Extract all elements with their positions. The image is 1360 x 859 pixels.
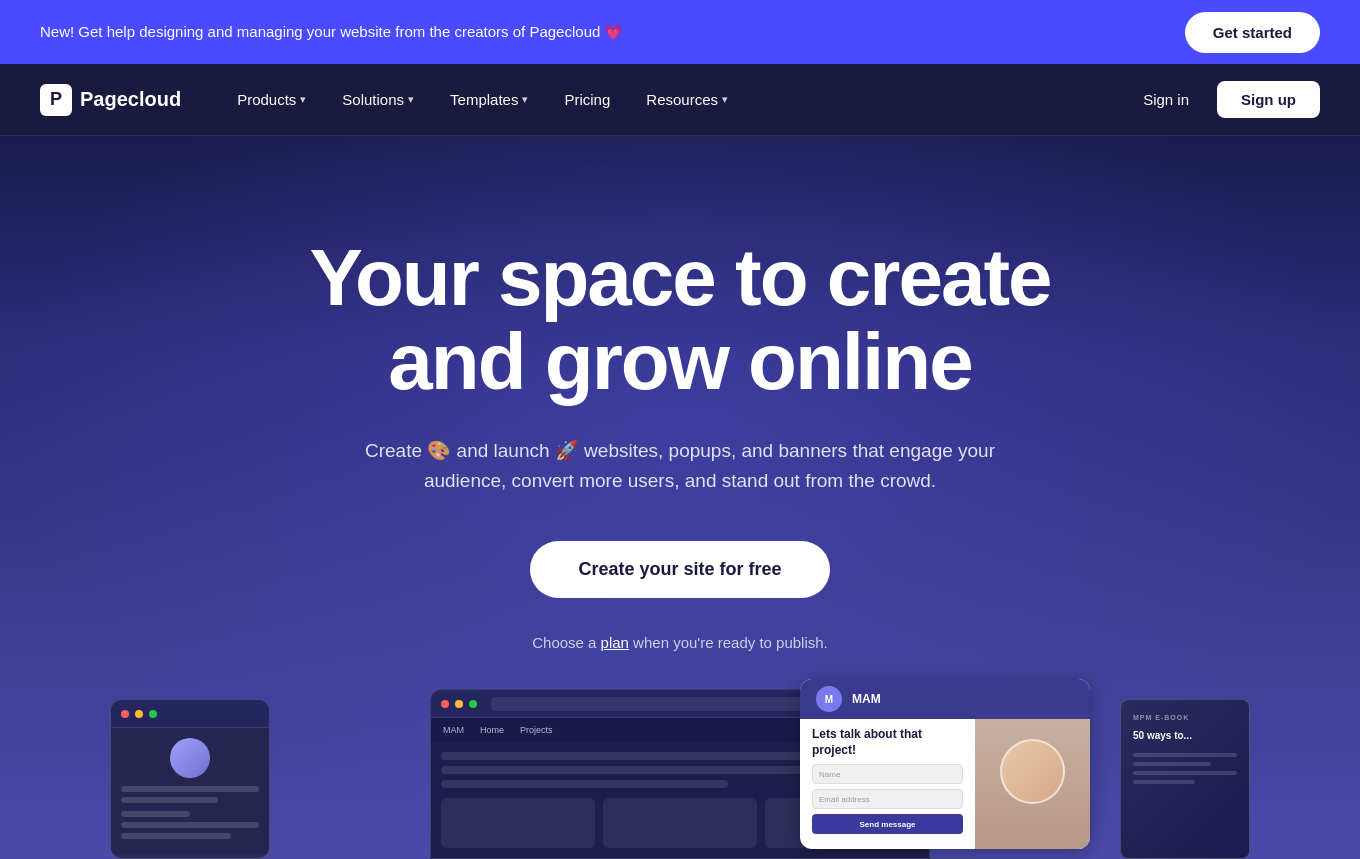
ebook-tag: MPM E-BOOK bbox=[1133, 714, 1237, 721]
nav-item-products[interactable]: Products ▾ bbox=[221, 83, 322, 116]
sign-in-button[interactable]: Sign in bbox=[1127, 83, 1205, 116]
profile-line-3 bbox=[121, 811, 190, 817]
products-chevron-icon: ▾ bbox=[300, 93, 306, 106]
chat-input-email[interactable]: Email address bbox=[812, 789, 963, 809]
nav-item-templates[interactable]: Templates ▾ bbox=[434, 83, 544, 116]
logo-icon: P bbox=[40, 84, 72, 116]
content-block-1 bbox=[441, 798, 595, 848]
nav-right: Sign in Sign up bbox=[1127, 81, 1320, 118]
resources-chevron-icon: ▾ bbox=[722, 93, 728, 106]
logo-link[interactable]: P Pagecloud bbox=[40, 84, 181, 116]
announcement-text: New! Get help designing and managing you… bbox=[40, 23, 624, 41]
nav-item-resources[interactable]: Resources ▾ bbox=[630, 83, 744, 116]
content-row-2 bbox=[441, 766, 823, 774]
profile-line-2 bbox=[121, 797, 218, 803]
solutions-chevron-icon: ▾ bbox=[408, 93, 414, 106]
logo-text: Pagecloud bbox=[80, 88, 181, 111]
nav-menu: Products ▾ Solutions ▾ Templates ▾ Prici… bbox=[221, 83, 744, 116]
ebook-line-1 bbox=[1133, 753, 1237, 757]
center-nav-home-label: Home bbox=[480, 725, 504, 735]
profile-line-1 bbox=[121, 786, 259, 792]
center-nav-projects-label: Projects bbox=[520, 725, 553, 735]
ebook-line-3 bbox=[1133, 771, 1237, 775]
hero-title: Your space to create and grow online bbox=[309, 236, 1050, 404]
chat-submit-btn[interactable]: Send message bbox=[812, 814, 963, 834]
person-silhouette bbox=[975, 719, 1090, 849]
hero-cta-button[interactable]: Create your site for free bbox=[530, 541, 829, 598]
profile-line-5 bbox=[121, 833, 231, 839]
chat-avatar: M bbox=[816, 686, 842, 712]
navbar: P Pagecloud Products ▾ Solutions ▾ Templ… bbox=[0, 64, 1360, 136]
hero-content: Your space to create and grow online Cre… bbox=[289, 236, 1070, 651]
content-row-3 bbox=[441, 780, 728, 788]
center-nav-home: MAM bbox=[443, 725, 464, 735]
chat-left-content: Lets talk about that project! Name Email… bbox=[800, 719, 975, 849]
chat-person-image bbox=[975, 719, 1090, 849]
plan-link[interactable]: plan bbox=[601, 634, 629, 651]
mockup-left bbox=[110, 699, 270, 859]
browser-dot-yellow bbox=[135, 710, 143, 718]
nav-item-solutions[interactable]: Solutions ▾ bbox=[326, 83, 430, 116]
mockup-right-chat: M MAM Lets talk about that project! Name… bbox=[800, 679, 1090, 849]
content-block-2 bbox=[603, 798, 757, 848]
center-dot-red bbox=[441, 700, 449, 708]
mockup-right-ebook: MPM E-BOOK 50 ways to... bbox=[1120, 699, 1250, 859]
center-dot-green bbox=[469, 700, 477, 708]
profile-mockup-content bbox=[111, 728, 269, 854]
hero-subtitle: Create 🎨 and launch 🚀 websites, popups, … bbox=[330, 436, 1030, 497]
chat-input-name[interactable]: Name bbox=[812, 764, 963, 784]
profile-line-4 bbox=[121, 822, 259, 828]
browser-dot-green bbox=[149, 710, 157, 718]
chat-header: M MAM bbox=[800, 679, 1090, 719]
chat-body: Lets talk about that project! Name Email… bbox=[800, 719, 1090, 849]
ebook-line-4 bbox=[1133, 780, 1195, 784]
announcement-cta-button[interactable]: Get started bbox=[1185, 12, 1320, 53]
hero-mockups: 🖥 📱 MAM Home Projects bbox=[80, 659, 1280, 859]
hero-note: Choose a plan when you're ready to publi… bbox=[309, 634, 1050, 651]
ebook-subtitle: 50 ways to... bbox=[1133, 729, 1237, 743]
nav-item-pricing[interactable]: Pricing bbox=[548, 83, 626, 116]
sign-up-button[interactable]: Sign up bbox=[1217, 81, 1320, 118]
nav-left: P Pagecloud Products ▾ Solutions ▾ Templ… bbox=[40, 83, 744, 116]
ebook-line-2 bbox=[1133, 762, 1211, 766]
mockup-left-browserbar bbox=[111, 700, 269, 728]
profile-avatar-mockup bbox=[170, 738, 210, 778]
center-dot-yellow bbox=[455, 700, 463, 708]
hero-section: Your space to create and grow online Cre… bbox=[0, 136, 1360, 859]
person-face bbox=[1000, 739, 1065, 804]
browser-dot-red bbox=[121, 710, 129, 718]
announcement-banner: New! Get help designing and managing you… bbox=[0, 0, 1360, 64]
templates-chevron-icon: ▾ bbox=[522, 93, 528, 106]
chat-title-text: Lets talk about that project! bbox=[812, 727, 963, 758]
